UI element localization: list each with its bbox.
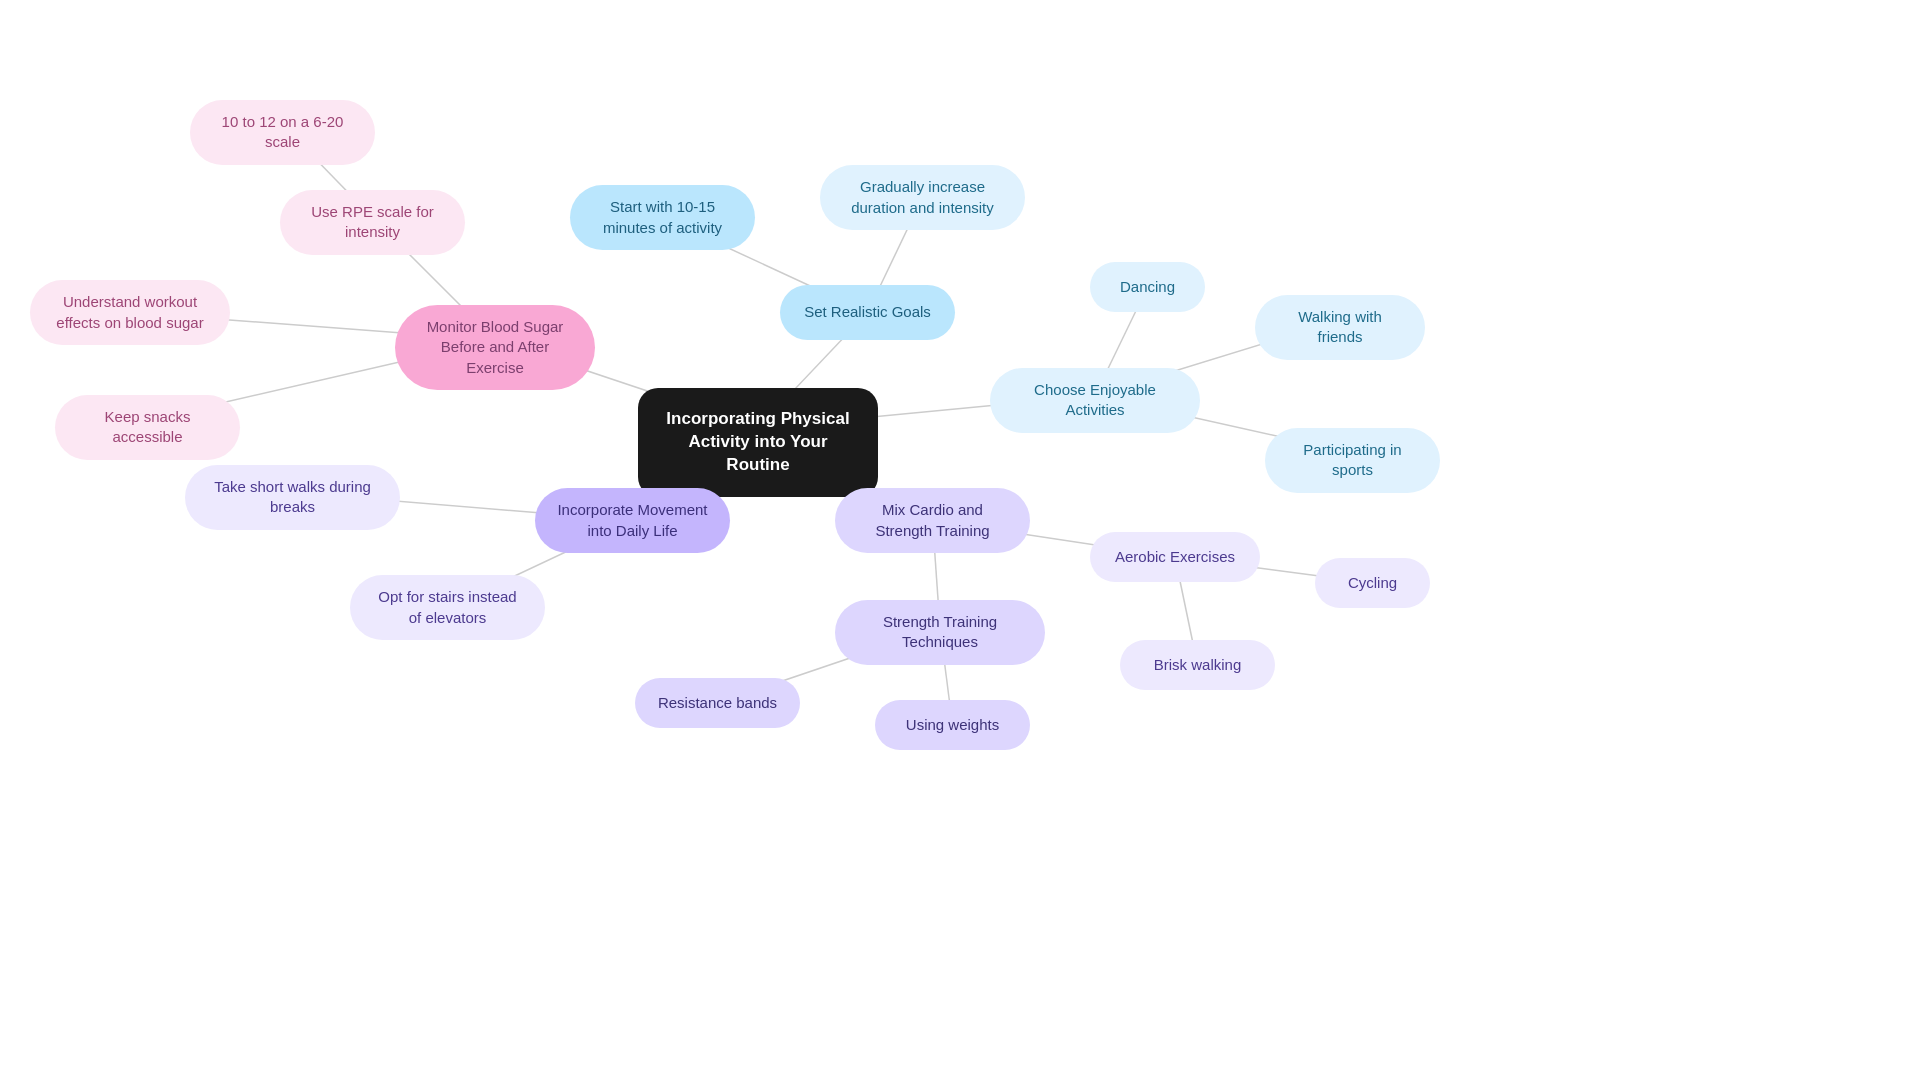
center-node[interactable]: Incorporating Physical Activity into You… bbox=[638, 388, 878, 497]
node-aerobic[interactable]: Aerobic Exercises bbox=[1090, 532, 1260, 582]
node-monitor[interactable]: Monitor Blood Sugar Before and After Exe… bbox=[395, 305, 595, 390]
node-start[interactable]: Start with 10-15 minutes of activity bbox=[570, 185, 755, 250]
node-goals[interactable]: Set Realistic Goals bbox=[780, 285, 955, 340]
node-walking_friends[interactable]: Walking with friends bbox=[1255, 295, 1425, 360]
node-rpe[interactable]: Use RPE scale for intensity bbox=[280, 190, 465, 255]
node-sports[interactable]: Participating in sports bbox=[1265, 428, 1440, 493]
node-mix[interactable]: Mix Cardio and Strength Training bbox=[835, 488, 1030, 553]
node-gradually[interactable]: Gradually increase duration and intensit… bbox=[820, 165, 1025, 230]
node-brisk[interactable]: Brisk walking bbox=[1120, 640, 1275, 690]
node-strength[interactable]: Strength Training Techniques bbox=[835, 600, 1045, 665]
mindmap-container: Incorporating Physical Activity into You… bbox=[0, 0, 1920, 1083]
node-enjoyable[interactable]: Choose Enjoyable Activities bbox=[990, 368, 1200, 433]
node-resistance[interactable]: Resistance bands bbox=[635, 678, 800, 728]
node-weights[interactable]: Using weights bbox=[875, 700, 1030, 750]
node-scale[interactable]: 10 to 12 on a 6-20 scale bbox=[190, 100, 375, 165]
node-walks[interactable]: Take short walks during breaks bbox=[185, 465, 400, 530]
node-dancing[interactable]: Dancing bbox=[1090, 262, 1205, 312]
node-snacks[interactable]: Keep snacks accessible bbox=[55, 395, 240, 460]
node-understand[interactable]: Understand workout effects on blood suga… bbox=[30, 280, 230, 345]
node-stairs[interactable]: Opt for stairs instead of elevators bbox=[350, 575, 545, 640]
node-movement[interactable]: Incorporate Movement into Daily Life bbox=[535, 488, 730, 553]
node-cycling[interactable]: Cycling bbox=[1315, 558, 1430, 608]
